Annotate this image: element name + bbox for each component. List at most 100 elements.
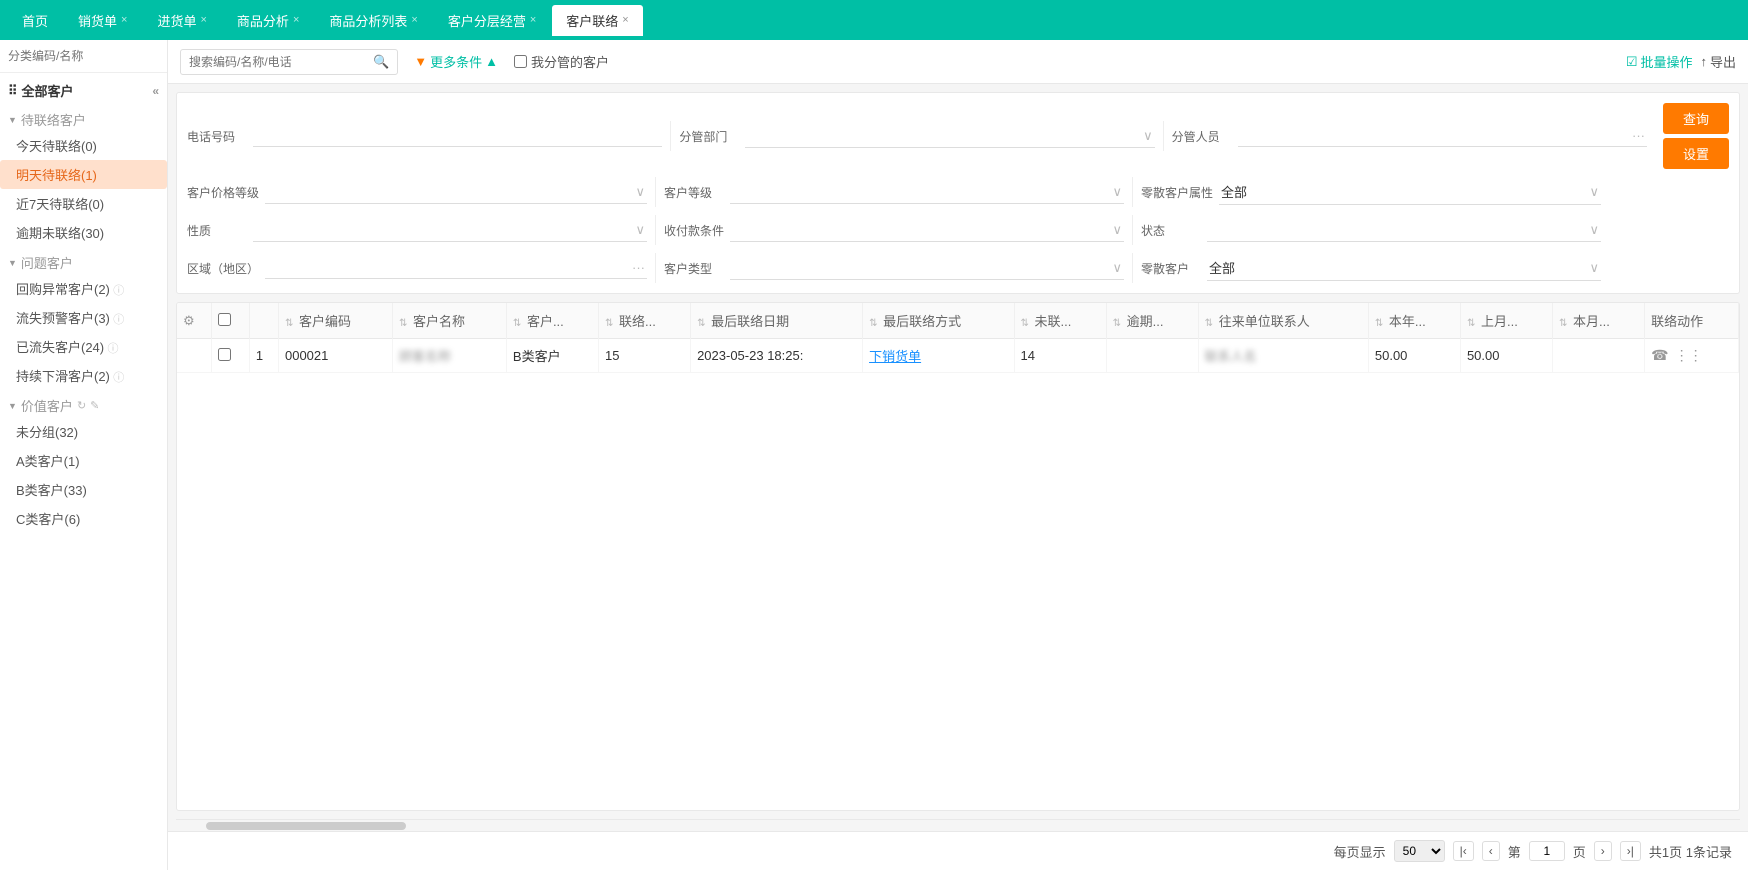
nav-product-analysis-list-close[interactable]: × [411, 14, 417, 26]
chevron-down-icon7: ∨ [1589, 222, 1599, 238]
scrollbar-thumb[interactable] [206, 822, 406, 830]
nav-product-analysis-close[interactable]: × [293, 14, 299, 26]
sidebar-group-pending[interactable]: 待联络客户 [0, 104, 167, 131]
sidebar-item-overdue[interactable]: 逾期未联络(30) [0, 218, 167, 247]
last-method-value[interactable]: 下销货单 [869, 349, 921, 364]
nav-home-label: 首页 [22, 11, 48, 30]
col-customer-name-header: ⇅ 客户名称 [392, 303, 506, 339]
filter-manager: 分管人员 ··· [1172, 125, 1647, 147]
filter-customer-type-select[interactable]: ∨ [730, 257, 1124, 280]
cell-this-year: 50.00 [1368, 339, 1460, 373]
search-icon[interactable]: 🔍 [373, 54, 389, 70]
filter-status: 状态 ∨ [1141, 219, 1601, 242]
prev-page-button[interactable]: ‹ [1482, 841, 1500, 861]
cell-overdue [1106, 339, 1198, 373]
page-input[interactable] [1529, 841, 1565, 861]
nav-home[interactable]: 首页 [8, 5, 62, 36]
search-input[interactable] [189, 55, 369, 69]
filter-nature-select[interactable]: ∨ [253, 219, 647, 242]
nav-sales-close[interactable]: × [121, 14, 127, 26]
table-settings-icon[interactable]: ⚙ [183, 313, 195, 328]
nav-sales-label: 销货单 [78, 11, 117, 30]
nav-customer-tier-close[interactable]: × [530, 14, 536, 26]
filter-retail-attr-select[interactable]: 全部 ∨ [1219, 179, 1601, 205]
col-customer-code-label: 客户编码 [299, 314, 351, 329]
sidebar-item-tomorrow[interactable]: 明天待联络(1) [0, 160, 167, 189]
this-year-value: 50.00 [1375, 348, 1408, 363]
nav-purchase-close[interactable]: × [200, 14, 206, 26]
sidebar: 🔍 ⠿ 全部客户 « 待联络客户 今天待联络(0) 明天待联络(1) 近7天待联… [0, 40, 168, 870]
per-page-select[interactable]: 50 20 100 [1394, 840, 1445, 862]
nav-customer-contact-close[interactable]: × [622, 14, 628, 26]
last-page-button[interactable]: ›| [1620, 841, 1641, 861]
toolbar-right: ☑ 批量操作 ↑ 导出 [1626, 52, 1736, 71]
sidebar-item-declining[interactable]: 持续下滑客户(2) ⓘ [0, 361, 167, 390]
more-icon: ··· [1632, 128, 1645, 143]
sidebar-item-ungrouped[interactable]: 未分组(32) [0, 417, 167, 446]
nav-product-analysis[interactable]: 商品分析 × [223, 5, 313, 36]
filter-dept-select[interactable]: ∨ [745, 125, 1154, 148]
sidebar-item-7days[interactable]: 近7天待联络(0) [0, 189, 167, 218]
filter-status-select[interactable]: ∨ [1207, 219, 1601, 242]
nav-sales[interactable]: 销货单 × [64, 5, 141, 36]
sidebar-group-value[interactable]: 价值客户 ↻ ✎ [0, 390, 167, 417]
next-page-button[interactable]: › [1594, 841, 1612, 861]
filter-region-select[interactable]: ··· [265, 257, 647, 279]
more-action-icon[interactable]: ⋮⋮ [1675, 347, 1703, 364]
filter-retail-customer-value: 全部 [1209, 258, 1235, 277]
filter-customer-type-label: 客户类型 [664, 260, 724, 277]
export-label: 导出 [1710, 52, 1736, 71]
settings-button[interactable]: 设置 [1663, 138, 1729, 169]
sidebar-item-a-class[interactable]: A类客户(1) [0, 446, 167, 475]
filter-retail-customer-select[interactable]: 全部 ∨ [1207, 255, 1601, 281]
sidebar-group-pending-label: 待联络客户 [21, 110, 86, 129]
col-settings-header: ⚙ [177, 303, 212, 339]
sidebar-item-churned[interactable]: 已流失客户(24) ⓘ [0, 332, 167, 361]
query-button[interactable]: 查询 [1663, 103, 1729, 134]
sidebar-item-c-class[interactable]: C类客户(6) [0, 504, 167, 533]
nav-customer-contact-label: 客户联络 [566, 11, 618, 30]
filter-payment-terms: 收付款条件 ∨ [664, 219, 1124, 242]
nav-product-analysis-list[interactable]: 商品分析列表 × [315, 5, 431, 36]
filter-manager-label: 分管人员 [1172, 128, 1232, 145]
nav-customer-tier[interactable]: 客户分层经营 × [434, 5, 550, 36]
more-conditions-button[interactable]: ▼ 更多条件 ▲ [406, 48, 506, 75]
sidebar-item-b-class[interactable]: B类客户(33) [0, 475, 167, 504]
batch-ops-button[interactable]: ☑ 批量操作 [1626, 52, 1693, 71]
last-date-value: 2023-05-23 18:25: [697, 348, 803, 363]
filter-customer-grade-label: 客户等级 [664, 184, 724, 201]
cell-last-date: 2023-05-23 18:25: [691, 339, 863, 373]
sidebar-group-problem-label: 问题客户 [21, 253, 73, 272]
sidebar-all-customers[interactable]: ⠿ 全部客户 « [0, 73, 167, 104]
chevron-down-icon8: ∨ [1112, 260, 1122, 276]
my-customers-label: 我分管的客户 [531, 52, 609, 71]
nav-purchase[interactable]: 进货单 × [143, 5, 220, 36]
sidebar-search-input[interactable] [8, 49, 163, 63]
sidebar-item-repurchase-abnormal[interactable]: 回购异常客户(2) ⓘ [0, 274, 167, 303]
filter-price-grade-select[interactable]: ∨ [265, 181, 647, 204]
row-checkbox[interactable] [218, 348, 231, 361]
sidebar-collapse-icon[interactable]: « [152, 84, 159, 98]
my-customers-check[interactable] [514, 55, 527, 68]
row-actions: ☎ ⋮⋮ [1651, 347, 1732, 364]
horizontal-scrollbar[interactable] [176, 819, 1740, 831]
export-icon: ↑ [1700, 54, 1707, 69]
search-box[interactable]: 🔍 [180, 49, 398, 75]
filter-payment-terms-select[interactable]: ∨ [730, 219, 1124, 242]
nav-customer-contact[interactable]: 客户联络 × [552, 5, 642, 36]
chevron-down-icon5: ∨ [635, 222, 645, 238]
data-table: ⚙ ⇅ 客户编码 ⇅ 客户名称 [176, 302, 1740, 811]
sidebar-item-churn-warning[interactable]: 流失预警客户(3) ⓘ [0, 303, 167, 332]
first-page-button[interactable]: |‹ [1453, 841, 1474, 861]
col-this-year-label: 本年... [1389, 314, 1426, 329]
filter-retail-attr-label: 零散客户属性 [1141, 184, 1213, 201]
my-customers-checkbox[interactable]: 我分管的客户 [514, 52, 609, 71]
sidebar-group-problem[interactable]: 问题客户 [0, 247, 167, 274]
filter-manager-select[interactable]: ··· [1238, 125, 1647, 147]
select-all-checkbox[interactable] [218, 313, 231, 326]
contact-action-icon[interactable]: ☎ [1651, 347, 1668, 364]
filter-customer-grade-select[interactable]: ∨ [730, 181, 1124, 204]
export-button[interactable]: ↑ 导出 [1700, 52, 1736, 71]
sidebar-item-today[interactable]: 今天待联络(0) [0, 131, 167, 160]
filter-phone-input[interactable] [253, 126, 662, 147]
